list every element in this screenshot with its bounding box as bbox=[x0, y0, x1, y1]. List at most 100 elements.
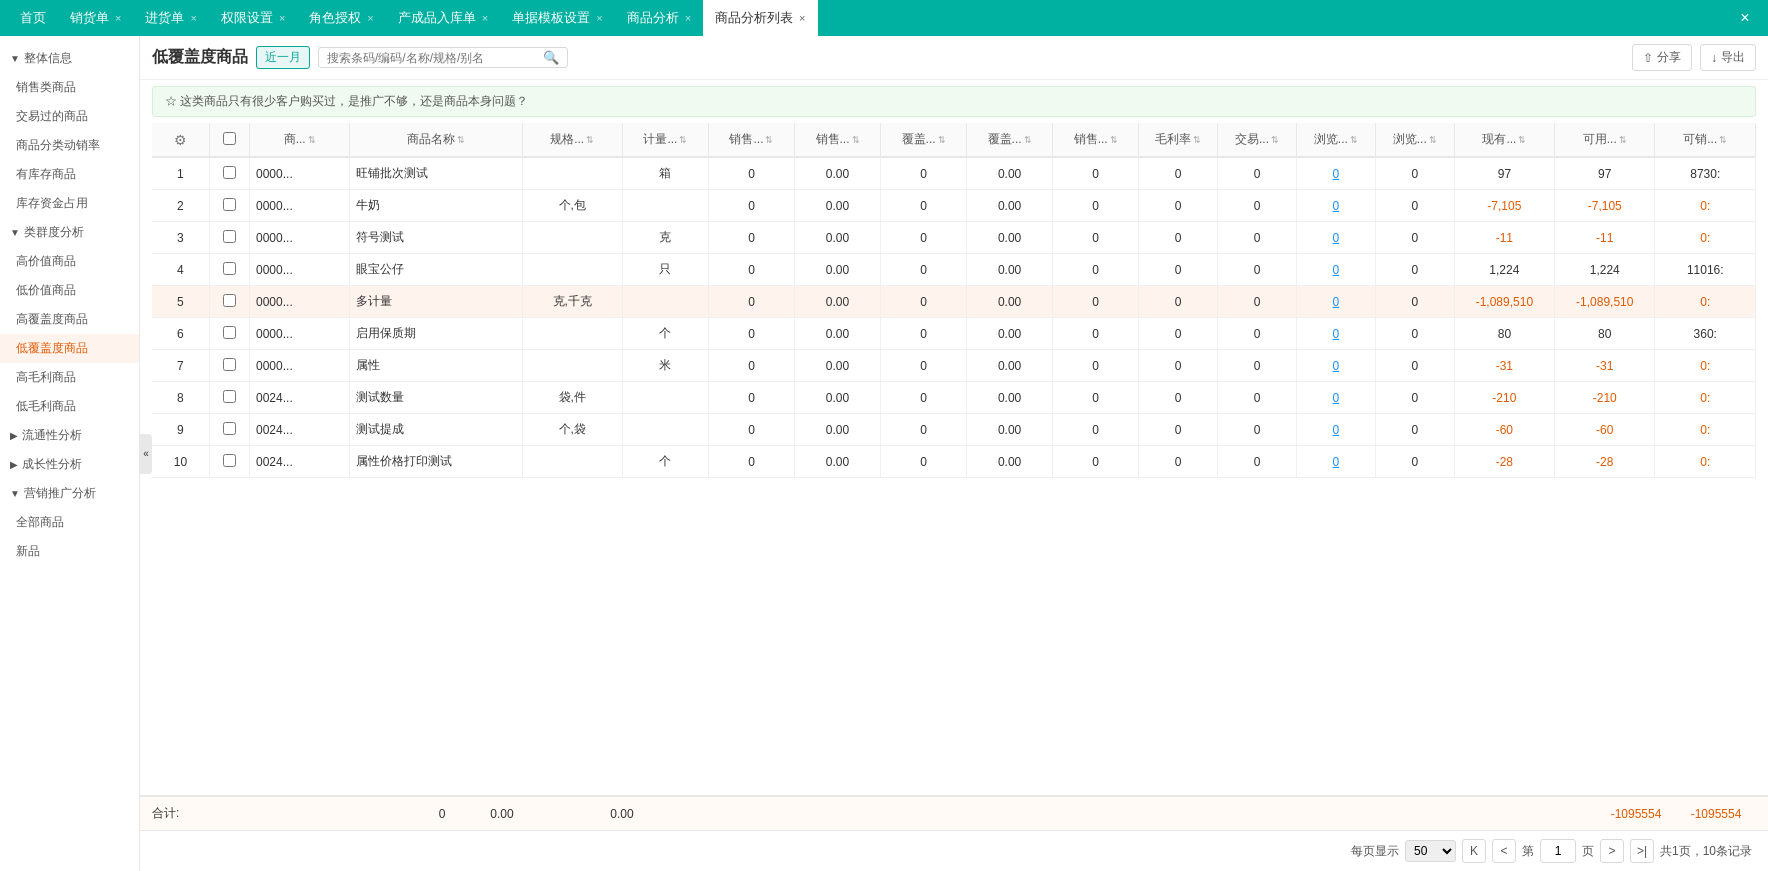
close-icon[interactable]: × bbox=[799, 12, 805, 24]
select-all-checkbox[interactable] bbox=[223, 132, 236, 145]
row-code: 0000... bbox=[250, 222, 350, 254]
row-unit: 个 bbox=[622, 446, 708, 478]
row-browse1[interactable]: 0 bbox=[1296, 446, 1375, 478]
page-suffix: 页 bbox=[1582, 843, 1594, 860]
window-close-button[interactable]: × bbox=[1730, 3, 1760, 33]
nav-sales-order[interactable]: 销货单 × bbox=[58, 0, 133, 36]
nav-product-warehouse[interactable]: 产成品入库单 × bbox=[386, 0, 500, 36]
sidebar-item-low-value[interactable]: 低价值商品 bbox=[0, 276, 139, 305]
sidebar-collapse-button[interactable]: « bbox=[140, 434, 152, 474]
row-checkbox-cell[interactable] bbox=[209, 190, 249, 222]
sidebar-section-overall[interactable]: ▼ 整体信息 bbox=[0, 44, 139, 73]
sidebar-item-traded-goods[interactable]: 交易过的商品 bbox=[0, 102, 139, 131]
row-cover2: 0.00 bbox=[967, 190, 1053, 222]
sidebar-item-low-coverage[interactable]: 低覆盖度商品 bbox=[0, 334, 139, 363]
first-page-button[interactable]: K bbox=[1462, 839, 1486, 863]
nav-product-analysis-list[interactable]: 商品分析列表 × bbox=[703, 0, 817, 36]
nav-product-analysis[interactable]: 商品分析 × bbox=[615, 0, 703, 36]
sidebar-item-category-turnover[interactable]: 商品分类动销率 bbox=[0, 131, 139, 160]
row-checkbox-cell[interactable] bbox=[209, 382, 249, 414]
row-checkbox[interactable] bbox=[223, 198, 236, 211]
sidebar-item-new-goods[interactable]: 新品 bbox=[0, 537, 139, 566]
column-checkbox[interactable] bbox=[209, 123, 249, 157]
row-checkbox[interactable] bbox=[223, 262, 236, 275]
row-browse1[interactable]: 0 bbox=[1296, 190, 1375, 222]
row-sales1: 0 bbox=[708, 222, 794, 254]
sidebar-section-growth[interactable]: ▶ 成长性分析 bbox=[0, 450, 139, 479]
sidebar-item-all-goods[interactable]: 全部商品 bbox=[0, 508, 139, 537]
sidebar-item-high-value[interactable]: 高价值商品 bbox=[0, 247, 139, 276]
page-size-select[interactable]: 50 100 200 bbox=[1405, 840, 1456, 862]
row-browse1[interactable]: 0 bbox=[1296, 222, 1375, 254]
sidebar-item-inventory-capital[interactable]: 库存资金占用 bbox=[0, 189, 139, 218]
close-icon[interactable]: × bbox=[482, 12, 488, 24]
row-checkbox-cell[interactable] bbox=[209, 222, 249, 254]
close-icon[interactable]: × bbox=[115, 12, 121, 24]
row-trade: 0 bbox=[1218, 382, 1297, 414]
close-icon[interactable]: × bbox=[596, 12, 602, 24]
total-records-label: 共1页，10条记录 bbox=[1660, 843, 1752, 860]
search-input[interactable] bbox=[327, 51, 543, 65]
time-filter-button[interactable]: 近一月 bbox=[256, 46, 310, 69]
next-page-button[interactable]: > bbox=[1600, 839, 1624, 863]
close-icon[interactable]: × bbox=[367, 12, 373, 24]
nav-purchase-order[interactable]: 进货单 × bbox=[133, 0, 208, 36]
row-browse1[interactable]: 0 bbox=[1296, 318, 1375, 350]
row-checkbox[interactable] bbox=[223, 230, 236, 243]
table-row: 5 0000... 多计量 克,千克 0 0.00 0 0.00 0 0 0 0… bbox=[152, 286, 1756, 318]
row-cover2: 0.00 bbox=[967, 382, 1053, 414]
nav-permission-settings[interactable]: 权限设置 × bbox=[209, 0, 297, 36]
column-settings[interactable]: ⚙ bbox=[152, 123, 209, 157]
close-icon[interactable]: × bbox=[685, 12, 691, 24]
nav-home[interactable]: 首页 bbox=[8, 0, 58, 36]
nav-role-auth[interactable]: 角色授权 × bbox=[297, 0, 385, 36]
sidebar-item-high-margin[interactable]: 高毛利商品 bbox=[0, 363, 139, 392]
row-trade: 0 bbox=[1218, 414, 1297, 446]
row-browse1[interactable]: 0 bbox=[1296, 382, 1375, 414]
row-checkbox-cell[interactable] bbox=[209, 254, 249, 286]
row-checkbox-cell[interactable] bbox=[209, 350, 249, 382]
footer-total-label: 合计: bbox=[152, 805, 412, 822]
close-icon[interactable]: × bbox=[190, 12, 196, 24]
row-checkbox[interactable] bbox=[223, 358, 236, 371]
prev-page-button[interactable]: < bbox=[1492, 839, 1516, 863]
sidebar-item-sales-goods[interactable]: 销售类商品 bbox=[0, 73, 139, 102]
row-browse1[interactable]: 0 bbox=[1296, 414, 1375, 446]
row-checkbox[interactable] bbox=[223, 326, 236, 339]
row-checkbox-cell[interactable] bbox=[209, 414, 249, 446]
row-checkbox[interactable] bbox=[223, 454, 236, 467]
row-browse1[interactable]: 0 bbox=[1296, 350, 1375, 382]
sidebar-item-in-stock-goods[interactable]: 有库存商品 bbox=[0, 160, 139, 189]
share-button[interactable]: ⇧ 分享 bbox=[1632, 44, 1692, 71]
column-available: 可用...⇅ bbox=[1555, 123, 1655, 157]
row-browse1[interactable]: 0 bbox=[1296, 254, 1375, 286]
row-checkbox[interactable] bbox=[223, 390, 236, 403]
row-checkbox-cell[interactable] bbox=[209, 286, 249, 318]
close-icon[interactable]: × bbox=[279, 12, 285, 24]
row-checkbox-cell[interactable] bbox=[209, 157, 249, 190]
sidebar-section-marketing[interactable]: ▼ 营销推广分析 bbox=[0, 479, 139, 508]
row-checkbox[interactable] bbox=[223, 294, 236, 307]
sidebar-section-cluster[interactable]: ▼ 类群度分析 bbox=[0, 218, 139, 247]
sidebar-item-low-margin[interactable]: 低毛利商品 bbox=[0, 392, 139, 421]
row-checkbox-cell[interactable] bbox=[209, 446, 249, 478]
export-button[interactable]: ↓ 导出 bbox=[1700, 44, 1756, 71]
page-number-input[interactable] bbox=[1540, 839, 1576, 863]
row-checkbox[interactable] bbox=[223, 422, 236, 435]
row-checkbox[interactable] bbox=[223, 166, 236, 179]
row-gross: 0 bbox=[1139, 222, 1218, 254]
column-cover1: 覆盖...⇅ bbox=[881, 123, 967, 157]
row-saleable: 0: bbox=[1655, 446, 1756, 478]
row-checkbox-cell[interactable] bbox=[209, 318, 249, 350]
last-page-button[interactable]: >| bbox=[1630, 839, 1654, 863]
row-code: 0000... bbox=[250, 318, 350, 350]
nav-template-settings[interactable]: 单据模板设置 × bbox=[500, 0, 614, 36]
row-browse1[interactable]: 0 bbox=[1296, 286, 1375, 318]
row-sales1: 0 bbox=[708, 286, 794, 318]
row-browse1[interactable]: 0 bbox=[1296, 157, 1375, 190]
row-spec bbox=[522, 254, 622, 286]
search-icon[interactable]: 🔍 bbox=[543, 50, 559, 65]
row-available: 1,224 bbox=[1555, 254, 1655, 286]
sidebar-section-circulation[interactable]: ▶ 流通性分析 bbox=[0, 421, 139, 450]
sidebar-item-high-coverage[interactable]: 高覆盖度商品 bbox=[0, 305, 139, 334]
